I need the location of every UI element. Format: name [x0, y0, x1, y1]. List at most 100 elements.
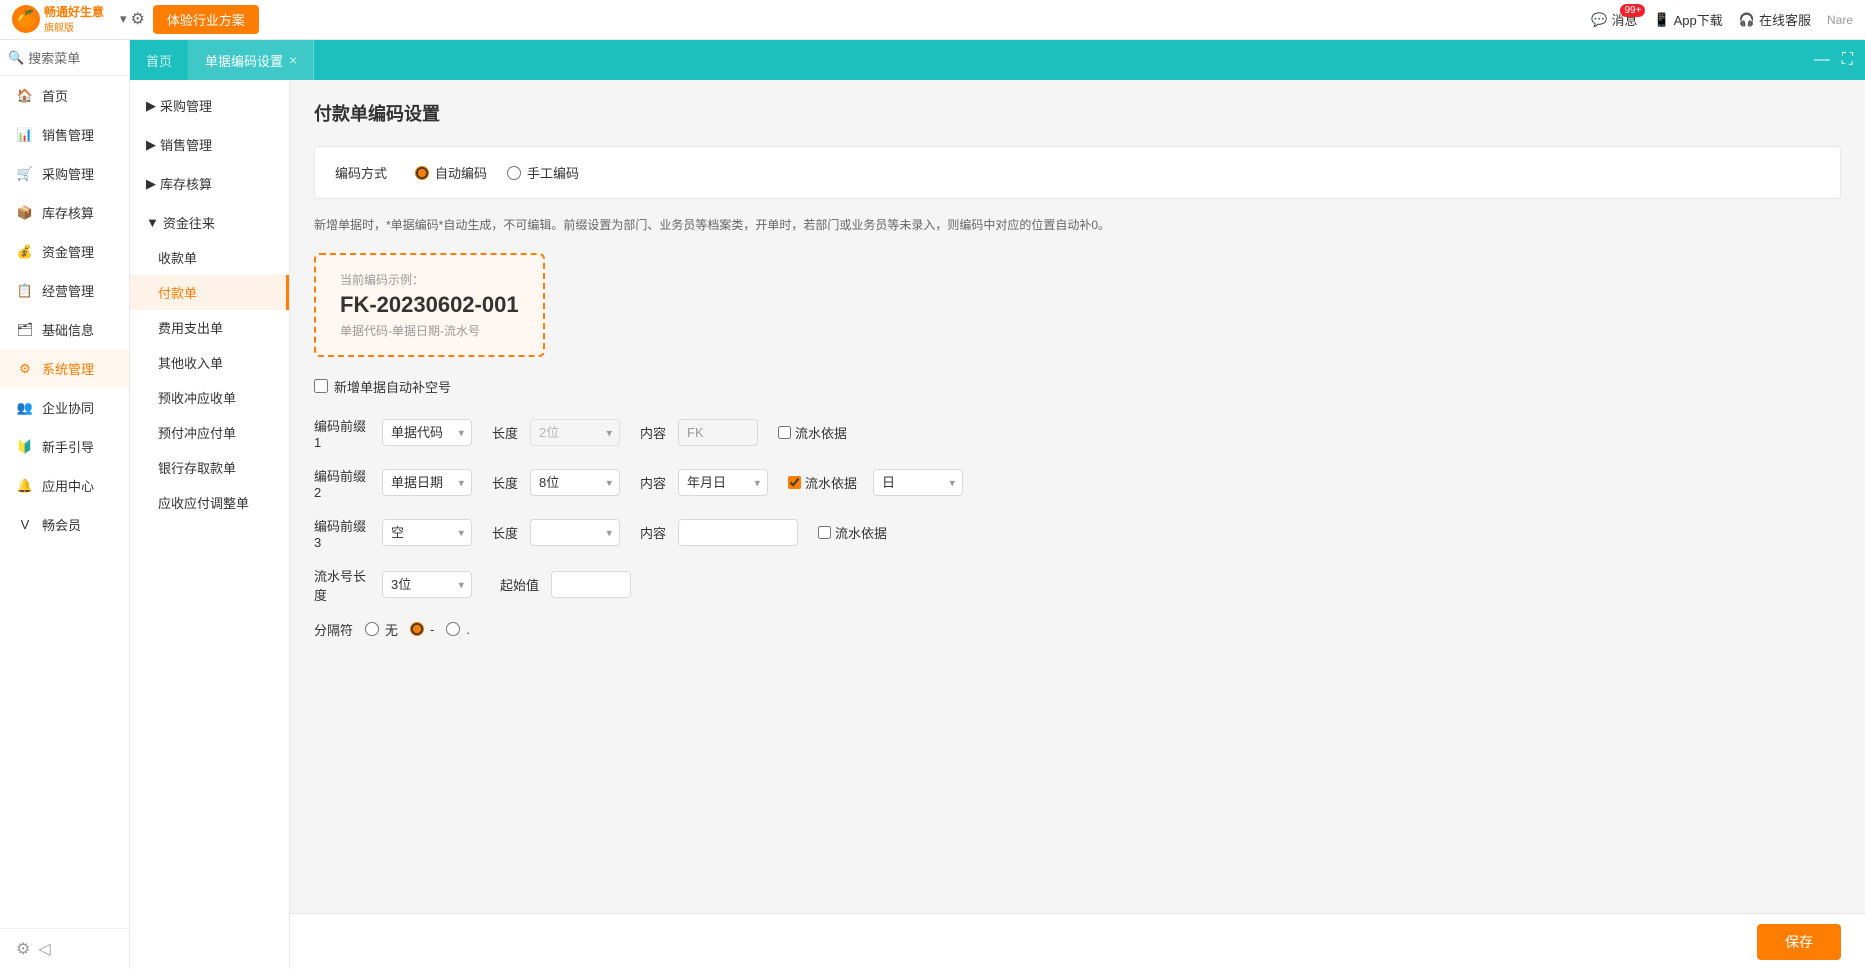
sub-item-other-income[interactable]: 其他收入单 [130, 345, 289, 380]
sub-item-bank[interactable]: 银行存取款单 [130, 450, 289, 485]
sub-group-capital: ▼ 资金往来 收款单 付款单 费用支出单 其他收入单 [130, 205, 289, 520]
sub-item-prepay-payable[interactable]: 预付冲应付单 [130, 415, 289, 450]
prefix2-row: 编码前缀2 单据日期 长度 8位 内容 [314, 466, 1841, 500]
main-layout: 🔍 搜索菜单 🏠 首页 📊 销售管理 🛒 采购管理 📦 库存核算 💰 资金管理 … [0, 40, 1865, 969]
prefix1-length-wrapper: 2位 [530, 419, 620, 446]
user-name[interactable]: Nare [1827, 13, 1853, 27]
settings-small-icon[interactable]: ⚙ [16, 939, 30, 959]
sidebar-item-inventory[interactable]: 📦 库存核算 [0, 193, 129, 232]
sub-group-inventory-title[interactable]: ▶ 库存核算 [130, 166, 289, 201]
prefix2-length-select[interactable]: 8位 [530, 469, 620, 496]
separator-dash-radio[interactable] [410, 622, 424, 636]
info-text: 新增单据时，*单据编码*自动生成，不可编辑。前缀设置为部门、业务员等档案类，开单… [314, 215, 1841, 237]
home-icon: 🏠 [16, 87, 34, 105]
message-btn[interactable]: 💬 消息 99+ [1591, 10, 1637, 29]
message-badge: 99+ [1620, 4, 1645, 17]
sidebar-item-sales[interactable]: 📊 销售管理 [0, 115, 129, 154]
auto-encode-option[interactable]: 自动编码 [415, 163, 487, 182]
serial-length-select[interactable]: 3位 [382, 571, 472, 598]
prefix3-select[interactable]: 空 [382, 519, 472, 546]
phone-icon: 📱 [1653, 12, 1669, 28]
sub-group-purchase: ▶ 采购管理 [130, 88, 289, 123]
sidebar-item-enterprise[interactable]: 👥 企业协同 [0, 388, 129, 427]
sidebar-item-basicinfo[interactable]: 🗂 基础信息 [0, 310, 129, 349]
sidebar-item-purchase[interactable]: 🛒 采购管理 [0, 154, 129, 193]
preview-code: FK-20230602-001 [340, 292, 519, 318]
top-bar-right: 💬 消息 99+ 📱 App下载 🎧 在线客服 Nare [1591, 10, 1853, 29]
serial-row: 流水号长度 3位 起始值 1 [314, 566, 1841, 604]
sub-group-sales: ▶ 销售管理 [130, 127, 289, 162]
sub-group-purchase-title[interactable]: ▶ 采购管理 [130, 88, 289, 123]
chevron-right-icon-2: ▶ [146, 137, 156, 153]
prefix3-stream-checkbox[interactable] [818, 526, 831, 539]
minimize-icon[interactable]: — [1810, 47, 1834, 73]
auto-encode-radio[interactable] [415, 166, 429, 180]
sub-item-payment[interactable]: 付款单 [130, 275, 289, 310]
separator-dash-option[interactable]: - [410, 622, 434, 637]
sub-group-inventory: ▶ 库存核算 [130, 166, 289, 201]
footer-bar: 保存 [290, 913, 1865, 969]
prefix1-select[interactable]: 单据代码 [382, 419, 472, 446]
separator-none-radio[interactable] [365, 622, 379, 636]
prefix2-select[interactable]: 单据日期 [382, 469, 472, 496]
gear-icon[interactable]: ⚙ [131, 9, 145, 29]
sidebar-item-appcenter[interactable]: 🔔 应用中心 [0, 466, 129, 505]
app-download-btn[interactable]: 📱 App下载 [1653, 10, 1722, 29]
manual-encode-option[interactable]: 手工编码 [507, 163, 579, 182]
sidebar-bottom: ⚙ ◁ [0, 928, 129, 969]
chevron-down-icon: ▾ [120, 11, 127, 27]
sidebar-item-finance[interactable]: 💰 资金管理 [0, 232, 129, 271]
separator-dot-option[interactable]: . [446, 622, 470, 637]
prefix1-content-input [678, 419, 758, 446]
separator-row: 分隔符 无 - . [314, 620, 1841, 639]
sub-item-receipt[interactable]: 收款单 [130, 240, 289, 275]
sub-item-adjustment[interactable]: 应收应付调整单 [130, 485, 289, 520]
sidebar-item-system[interactable]: ⚙ 系统管理 [0, 349, 129, 388]
serial-start-input[interactable]: 1 [551, 571, 631, 598]
tab-encoding-settings[interactable]: 单据编码设置 × [189, 40, 314, 80]
nav-dropdown[interactable]: ▾ [120, 11, 127, 27]
separator-dot-radio[interactable] [446, 622, 460, 636]
sidebar-item-vip[interactable]: V 畅会员 [0, 505, 129, 544]
prefix3-select-wrapper: 空 [382, 519, 472, 546]
prefix2-label: 编码前缀2 [314, 466, 370, 500]
prefix3-length-select[interactable] [530, 519, 620, 546]
search-menu[interactable]: 🔍 搜索菜单 [0, 40, 129, 76]
prefix2-content-select[interactable]: 年月日 [678, 469, 768, 496]
team-icon: 👥 [16, 399, 34, 417]
settings-icon: ⚙ [16, 360, 34, 378]
prefix1-row: 编码前缀1 单据代码 长度 2位 内容 [314, 416, 1841, 450]
prefix2-length-label: 长度 [492, 473, 518, 492]
sub-item-prepay-receivable[interactable]: 预收冲应收单 [130, 380, 289, 415]
sub-group-sales-title[interactable]: ▶ 销售管理 [130, 127, 289, 162]
sub-group-capital-title[interactable]: ▼ 资金往来 [130, 205, 289, 240]
tab-bar-actions: — ⛶ [1810, 40, 1865, 80]
encoding-type-label: 编码方式 [335, 163, 387, 182]
brand-icon: 🍊 [12, 5, 40, 33]
prefix3-content-input[interactable] [678, 519, 798, 546]
separator-none-option[interactable]: 无 [365, 620, 398, 639]
sidebar-item-home[interactable]: 🏠 首页 [0, 76, 129, 115]
preview-label: 当前编码示例： [340, 271, 519, 288]
online-service-btn[interactable]: 🎧 在线客服 [1739, 10, 1811, 29]
manual-encode-radio[interactable] [507, 166, 521, 180]
sidebar-item-guide[interactable]: 🔰 新手引导 [0, 427, 129, 466]
sub-item-expense[interactable]: 费用支出单 [130, 310, 289, 345]
autofill-checkbox[interactable] [314, 379, 328, 393]
sub-sidebar: ▶ 采购管理 ▶ 销售管理 ▶ 库存核算 [130, 80, 290, 969]
chevron-right-icon: ▶ [146, 98, 156, 114]
experience-btn[interactable]: 体验行业方案 [153, 5, 259, 34]
collapse-icon[interactable]: ◁ [38, 939, 50, 959]
sub-layout: ▶ 采购管理 ▶ 销售管理 ▶ 库存核算 [130, 80, 1865, 969]
sidebar-item-business[interactable]: 📋 经营管理 [0, 271, 129, 310]
tab-close-icon[interactable]: × [289, 52, 297, 68]
save-button[interactable]: 保存 [1757, 924, 1841, 960]
maximize-icon[interactable]: ⛶ [1838, 47, 1857, 73]
prefix1-stream-checkbox[interactable] [778, 426, 791, 439]
info-icon: 🗂 [16, 321, 34, 339]
tab-home[interactable]: 首页 [130, 40, 189, 80]
prefix2-stream-label: 流水依据 [788, 473, 857, 492]
prefix2-stream-checkbox[interactable] [788, 476, 801, 489]
headset-icon: 🎧 [1739, 12, 1755, 28]
prefix2-stream-period-select[interactable]: 日 [873, 469, 963, 496]
